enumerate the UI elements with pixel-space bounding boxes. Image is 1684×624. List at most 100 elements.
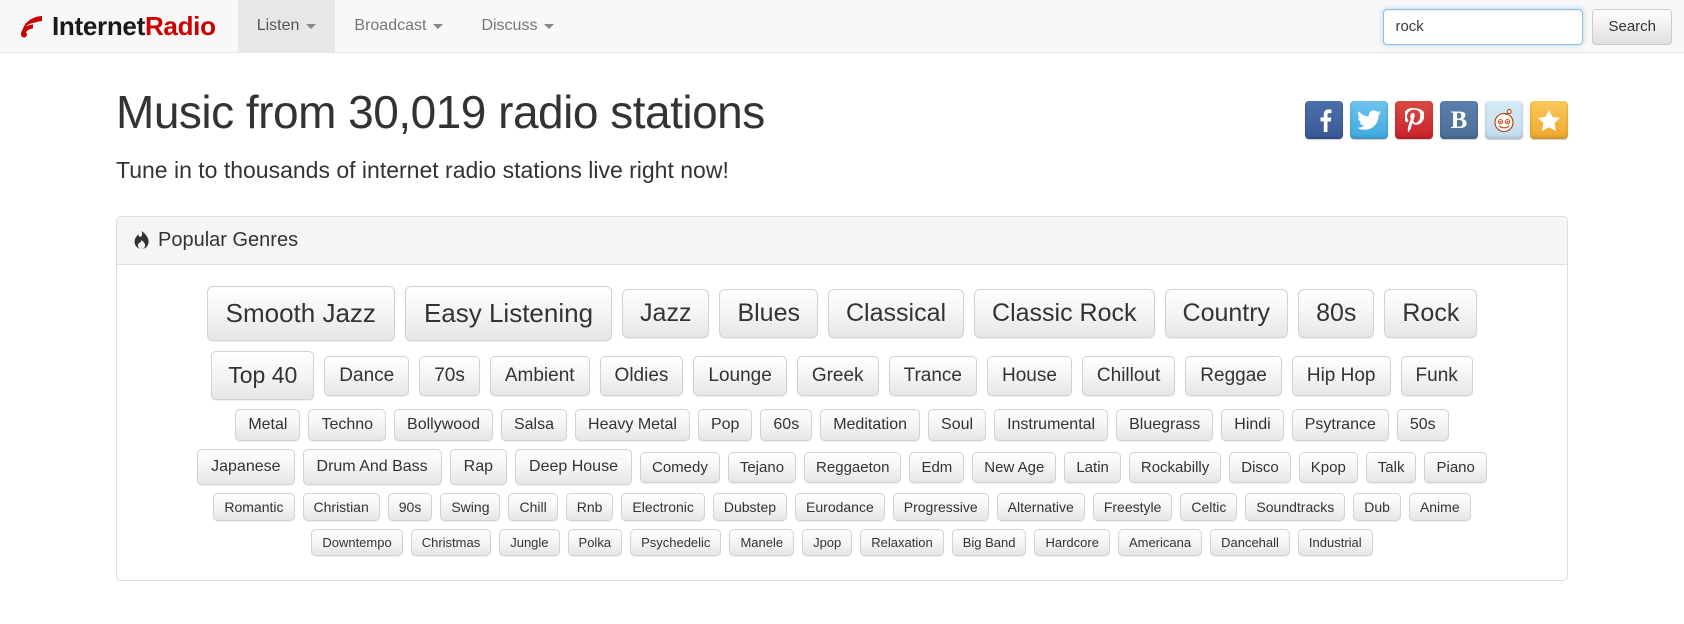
brand-logo[interactable]: Internet Radio <box>0 0 238 52</box>
genre-tag-cloud: Smooth Jazz Easy Listening Jazz Blues Classi… <box>117 265 1567 580</box>
nav-item-discuss[interactable]: Discuss <box>462 0 573 52</box>
genre-tag[interactable]: Bollywood <box>394 409 493 441</box>
genre-tag[interactable]: Meditation <box>820 409 921 441</box>
genre-tag[interactable]: Rockabilly <box>1128 451 1222 483</box>
genre-tag[interactable]: Reggae <box>1185 355 1282 396</box>
genre-tag[interactable]: Hip Hop <box>1291 355 1391 396</box>
genre-tag[interactable]: Electronic <box>621 493 705 521</box>
genre-tag[interactable]: Eurodance <box>795 493 885 521</box>
pinterest-icon[interactable] <box>1395 101 1433 139</box>
genre-tag[interactable]: Trance <box>888 355 977 396</box>
content-container: Music from 30,019 radio stations Tune in… <box>116 53 1568 581</box>
vk-glyph: B <box>1450 106 1468 134</box>
genre-tag[interactable]: Dance <box>324 355 410 396</box>
favorite-star-icon[interactable] <box>1530 101 1568 139</box>
genre-tag[interactable]: Jpop <box>802 529 853 556</box>
genre-tag[interactable]: Americana <box>1117 529 1203 556</box>
genre-tag[interactable]: Funk <box>1400 355 1473 396</box>
genre-tag[interactable]: Japanese <box>197 449 295 485</box>
genre-tag[interactable]: Deep House <box>515 449 632 485</box>
genre-tag[interactable]: Soul <box>928 409 987 441</box>
genre-tag[interactable]: Romantic <box>213 493 295 521</box>
genre-tag[interactable]: Tejano <box>727 451 797 483</box>
genre-tag[interactable]: Psychedelic <box>630 529 722 556</box>
genre-tag[interactable]: Dubstep <box>712 493 788 521</box>
genre-tag[interactable]: Techno <box>308 409 387 441</box>
search-button[interactable]: Search <box>1592 8 1672 45</box>
genre-tag[interactable]: Celtic <box>1180 493 1238 521</box>
genre-tag[interactable]: Progressive <box>892 493 989 521</box>
genre-tag[interactable]: Kpop <box>1298 451 1358 483</box>
genre-tag[interactable]: Industrial <box>1297 529 1373 556</box>
genre-tag[interactable]: Pop <box>697 409 753 441</box>
genre-tag[interactable]: Oldies <box>599 355 684 396</box>
reddit-icon[interactable] <box>1485 101 1523 139</box>
genre-row-4: Japanese Drum And Bass Rap Deep House Comedy… <box>129 445 1555 489</box>
genre-tag[interactable]: Classical <box>828 289 965 338</box>
genre-tag[interactable]: Metal <box>235 409 301 441</box>
genre-tag[interactable]: Jazz <box>622 289 710 338</box>
genre-tag[interactable]: Bluegrass <box>1116 409 1214 441</box>
search-input[interactable] <box>1383 8 1584 45</box>
genre-tag[interactable]: Soundtracks <box>1245 493 1346 521</box>
genre-tag[interactable]: Chillout <box>1081 355 1176 396</box>
genre-tag[interactable]: House <box>987 355 1072 396</box>
genre-tag[interactable]: Rnb <box>565 493 614 521</box>
genre-row-5: Romantic Christian 90s Swing Chill Rnb Electro… <box>129 489 1555 525</box>
genre-tag[interactable]: Smooth Jazz <box>206 286 395 341</box>
genre-tag[interactable]: Christmas <box>410 529 492 556</box>
genre-tag[interactable]: Piano <box>1424 451 1487 483</box>
genre-tag[interactable]: Rock <box>1384 289 1478 338</box>
genre-tag[interactable]: Jungle <box>499 529 560 556</box>
genre-tag[interactable]: Easy Listening <box>404 286 613 341</box>
genre-tag[interactable]: Salsa <box>500 409 568 441</box>
genre-tag[interactable]: Psytrance <box>1291 409 1389 441</box>
facebook-icon[interactable] <box>1305 101 1343 139</box>
genre-tag[interactable]: 90s <box>387 493 433 521</box>
genre-tag[interactable]: Dub <box>1353 493 1401 521</box>
genre-tag[interactable]: Reggaeton <box>804 451 902 483</box>
genre-tag[interactable]: Polka <box>567 529 623 556</box>
genre-tag[interactable]: Blues <box>719 289 818 338</box>
genre-tag[interactable]: Talk <box>1365 451 1417 483</box>
genre-tag[interactable]: 80s <box>1298 289 1375 338</box>
chevron-down-icon <box>306 23 317 29</box>
genre-tag[interactable]: New Age <box>972 451 1057 483</box>
panel-title: Popular Genres <box>158 229 299 251</box>
genre-tag[interactable]: Disco <box>1229 451 1291 483</box>
genre-tag[interactable]: Ambient <box>489 355 590 396</box>
genre-tag[interactable]: Greek <box>796 355 879 396</box>
genre-tag[interactable]: 50s <box>1396 409 1449 441</box>
genre-tag[interactable]: Rap <box>449 449 508 485</box>
genre-tag[interactable]: Heavy Metal <box>575 409 690 441</box>
genre-tag[interactable]: Top 40 <box>211 351 315 400</box>
page-body: Music from 30,019 radio stations Tune in… <box>0 53 1684 581</box>
genre-tag[interactable]: Country <box>1164 289 1289 338</box>
nav-item-broadcast[interactable]: Broadcast <box>335 0 462 52</box>
genre-tag[interactable]: Alternative <box>996 493 1085 521</box>
genre-tag[interactable]: Classic Rock <box>974 289 1155 338</box>
genre-tag[interactable]: Relaxation <box>860 529 944 556</box>
genre-tag[interactable]: 60s <box>760 409 813 441</box>
genre-tag[interactable]: Hardcore <box>1034 529 1110 556</box>
twitter-icon[interactable] <box>1350 101 1388 139</box>
genre-tag[interactable]: Edm <box>909 451 965 483</box>
genre-tag[interactable]: Hindi <box>1221 409 1284 441</box>
genre-tag[interactable]: Freestyle <box>1092 493 1173 521</box>
nav-item-listen[interactable]: Listen <box>237 0 336 52</box>
genre-tag[interactable]: Lounge <box>693 355 787 396</box>
genre-tag[interactable]: Christian <box>302 493 380 521</box>
genre-tag[interactable]: Dancehall <box>1210 529 1290 556</box>
genre-tag[interactable]: Instrumental <box>994 409 1109 441</box>
genre-tag[interactable]: Chill <box>508 493 558 521</box>
genre-tag[interactable]: Manele <box>729 529 795 556</box>
vk-icon[interactable]: B <box>1440 101 1478 139</box>
genre-tag[interactable]: Comedy <box>639 451 720 483</box>
genre-tag[interactable]: Anime <box>1408 493 1471 521</box>
genre-tag[interactable]: Downtempo <box>311 529 403 556</box>
genre-tag[interactable]: Swing <box>440 493 501 521</box>
genre-tag[interactable]: Drum And Bass <box>302 449 442 485</box>
genre-tag[interactable]: 70s <box>419 355 480 396</box>
genre-tag[interactable]: Latin <box>1064 451 1121 483</box>
genre-tag[interactable]: Big Band <box>951 529 1027 556</box>
